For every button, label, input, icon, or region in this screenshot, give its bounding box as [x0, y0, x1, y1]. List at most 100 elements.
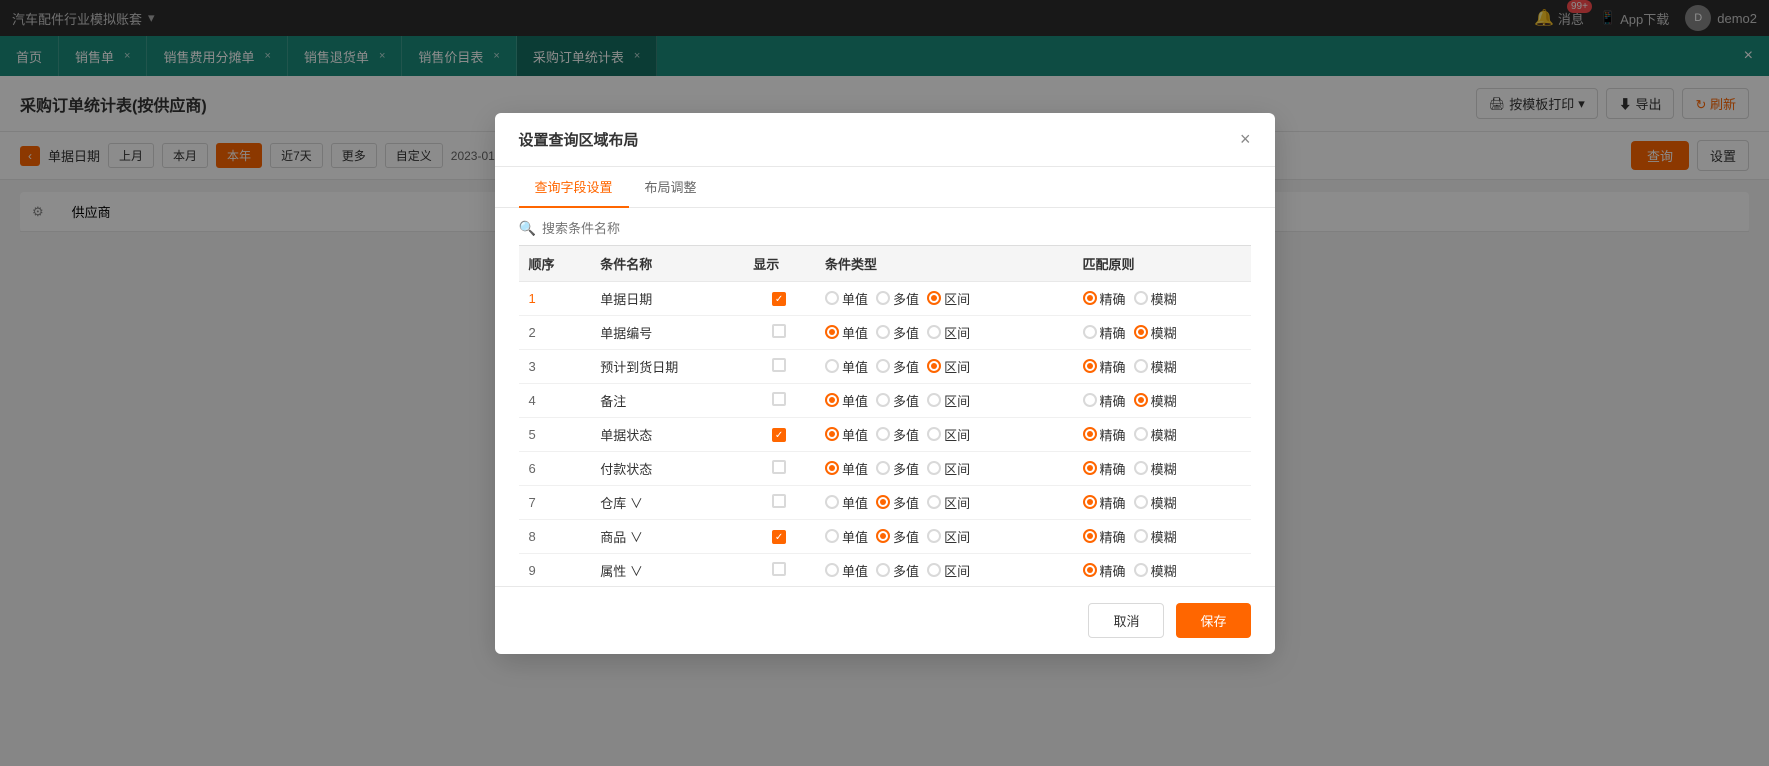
match-fuzzy-radio[interactable] [1134, 529, 1148, 543]
cond-single-radio[interactable] [825, 291, 839, 305]
cond-range[interactable]: 区间 [927, 357, 970, 376]
cond-range-radio[interactable] [927, 325, 941, 339]
cond-single[interactable]: 单值 [825, 561, 868, 580]
cond-multi-radio[interactable] [876, 461, 890, 475]
checkbox-3[interactable] [772, 392, 786, 406]
cond-multi[interactable]: 多值 [876, 425, 919, 444]
cond-range-radio[interactable] [927, 529, 941, 543]
cancel-button[interactable]: 取消 [1088, 603, 1164, 638]
match-exact[interactable]: 精确 [1083, 323, 1126, 342]
match-fuzzy-radio[interactable] [1134, 563, 1148, 577]
row-display-checkbox[interactable] [743, 315, 815, 349]
cond-multi[interactable]: 多值 [876, 527, 919, 546]
cond-multi[interactable]: 多值 [876, 391, 919, 410]
match-fuzzy-radio[interactable] [1134, 325, 1148, 339]
cond-multi-radio[interactable] [876, 427, 890, 441]
match-fuzzy[interactable]: 模糊 [1134, 493, 1177, 512]
cond-single[interactable]: 单值 [825, 391, 868, 410]
match-fuzzy[interactable]: 模糊 [1134, 357, 1177, 376]
modal-close-button[interactable]: × [1240, 130, 1251, 148]
match-fuzzy[interactable]: 模糊 [1134, 527, 1177, 546]
cond-multi-radio[interactable] [876, 359, 890, 373]
checkbox-1[interactable] [772, 324, 786, 338]
cond-single-radio[interactable] [825, 427, 839, 441]
checkbox-6[interactable] [772, 494, 786, 508]
cond-range-radio[interactable] [927, 563, 941, 577]
cond-range[interactable]: 区间 [927, 425, 970, 444]
match-fuzzy-radio[interactable] [1134, 461, 1148, 475]
cond-single[interactable]: 单值 [825, 527, 868, 546]
row-display-checkbox[interactable] [743, 349, 815, 383]
cond-range-radio[interactable] [927, 461, 941, 475]
cond-range[interactable]: 区间 [927, 459, 970, 478]
match-exact-radio[interactable] [1083, 563, 1097, 577]
match-fuzzy[interactable]: 模糊 [1134, 323, 1177, 342]
cond-multi[interactable]: 多值 [876, 289, 919, 308]
cond-single[interactable]: 单值 [825, 357, 868, 376]
match-exact[interactable]: 精确 [1083, 289, 1126, 308]
cond-range-radio[interactable] [927, 393, 941, 407]
cond-single-radio[interactable] [825, 359, 839, 373]
match-fuzzy[interactable]: 模糊 [1134, 459, 1177, 478]
cond-multi-radio[interactable] [876, 325, 890, 339]
cond-multi-radio[interactable] [876, 495, 890, 509]
cond-single[interactable]: 单值 [825, 493, 868, 512]
row-display-checkbox[interactable]: ✓ [743, 417, 815, 451]
match-fuzzy-radio[interactable] [1134, 495, 1148, 509]
match-fuzzy[interactable]: 模糊 [1134, 289, 1177, 308]
cond-single-radio[interactable] [825, 393, 839, 407]
row-display-checkbox[interactable]: ✓ [743, 281, 815, 315]
match-exact-radio[interactable] [1083, 495, 1097, 509]
match-fuzzy[interactable]: 模糊 [1134, 561, 1177, 580]
match-exact[interactable]: 精确 [1083, 357, 1126, 376]
cond-single-radio[interactable] [825, 529, 839, 543]
cond-range-radio[interactable] [927, 291, 941, 305]
cond-multi[interactable]: 多值 [876, 323, 919, 342]
match-exact-radio[interactable] [1083, 461, 1097, 475]
match-fuzzy[interactable]: 模糊 [1134, 425, 1177, 444]
checkbox-7[interactable]: ✓ [772, 530, 786, 544]
cond-multi-radio[interactable] [876, 563, 890, 577]
row-display-checkbox[interactable] [743, 383, 815, 417]
save-button[interactable]: 保存 [1176, 603, 1250, 638]
modal-tab-fields[interactable]: 查询字段设置 [519, 167, 629, 208]
row-display-checkbox[interactable]: ✓ [743, 519, 815, 553]
match-exact-radio[interactable] [1083, 325, 1097, 339]
match-exact[interactable]: 精确 [1083, 459, 1126, 478]
checkbox-0[interactable]: ✓ [772, 292, 786, 306]
cond-range[interactable]: 区间 [927, 561, 970, 580]
match-exact[interactable]: 精确 [1083, 527, 1126, 546]
cond-multi[interactable]: 多值 [876, 493, 919, 512]
match-exact[interactable]: 精确 [1083, 391, 1126, 410]
cond-range-radio[interactable] [927, 495, 941, 509]
match-exact-radio[interactable] [1083, 529, 1097, 543]
match-exact[interactable]: 精确 [1083, 425, 1126, 444]
cond-range[interactable]: 区间 [927, 391, 970, 410]
cond-single[interactable]: 单值 [825, 459, 868, 478]
search-input[interactable] [542, 221, 1251, 236]
match-fuzzy-radio[interactable] [1134, 359, 1148, 373]
match-fuzzy[interactable]: 模糊 [1134, 391, 1177, 410]
cond-range-radio[interactable] [927, 427, 941, 441]
cond-multi-radio[interactable] [876, 291, 890, 305]
match-exact-radio[interactable] [1083, 291, 1097, 305]
match-fuzzy-radio[interactable] [1134, 427, 1148, 441]
match-exact-radio[interactable] [1083, 427, 1097, 441]
cond-multi-radio[interactable] [876, 529, 890, 543]
checkbox-5[interactable] [772, 460, 786, 474]
checkbox-4[interactable]: ✓ [772, 428, 786, 442]
match-exact[interactable]: 精确 [1083, 493, 1126, 512]
match-fuzzy-radio[interactable] [1134, 393, 1148, 407]
cond-single[interactable]: 单值 [825, 425, 868, 444]
modal-tab-layout[interactable]: 布局调整 [629, 167, 713, 208]
row-display-checkbox[interactable] [743, 553, 815, 586]
row-display-checkbox[interactable] [743, 451, 815, 485]
cond-range[interactable]: 区间 [927, 323, 970, 342]
cond-single-radio[interactable] [825, 325, 839, 339]
cond-multi[interactable]: 多值 [876, 561, 919, 580]
match-exact-radio[interactable] [1083, 393, 1097, 407]
cond-range[interactable]: 区间 [927, 527, 970, 546]
match-exact[interactable]: 精确 [1083, 561, 1126, 580]
cond-single-radio[interactable] [825, 563, 839, 577]
cond-single-radio[interactable] [825, 461, 839, 475]
